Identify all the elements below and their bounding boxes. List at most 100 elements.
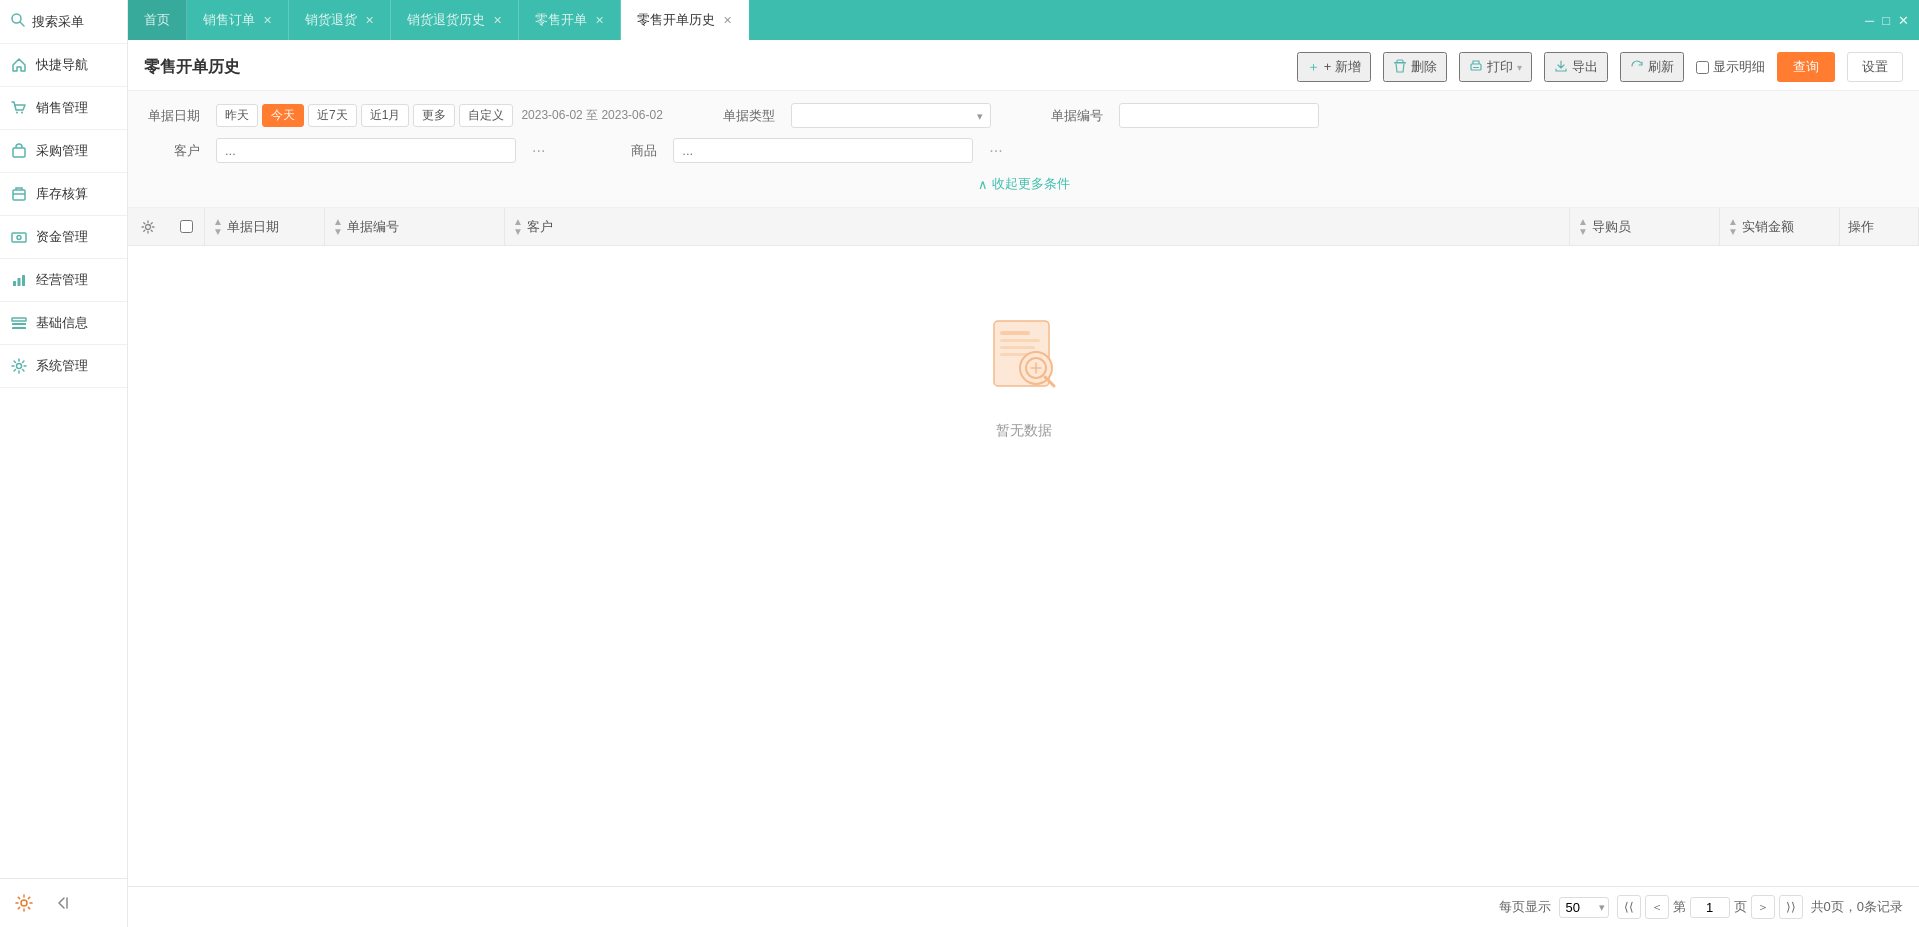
date-btn-yesterday[interactable]: 昨天 xyxy=(216,104,258,127)
tab-sales-return[interactable]: 销货退货 ✕ xyxy=(289,0,391,40)
tab-sales-return-history-close[interactable]: ✕ xyxy=(493,14,502,27)
last-page-btn[interactable]: ⟩⟩ xyxy=(1779,895,1803,919)
sidebar-item-operation[interactable]: 经营管理 xyxy=(0,259,127,302)
sidebar-item-label: 快捷导航 xyxy=(36,56,88,74)
sidebar-item-label: 经营管理 xyxy=(36,271,88,289)
window-minimize-btn[interactable]: ─ xyxy=(1865,13,1874,28)
sidebar-item-inventory[interactable]: 库存核算 xyxy=(0,173,127,216)
type-select[interactable] xyxy=(791,103,991,128)
collapse-btn[interactable]: ∧ 收起更多条件 xyxy=(970,173,1078,195)
export-icon xyxy=(1554,59,1568,76)
table-header: ▲▼ 单据日期 ▲▼ 单据编号 ▲▼ 客户 ▲▼ 导购员 ▲▼ 实销金额 xyxy=(128,208,1919,246)
th-amount[interactable]: ▲▼ 实销金额 xyxy=(1719,208,1839,246)
date-btn-1month[interactable]: 近1月 xyxy=(361,104,410,127)
goods-input[interactable] xyxy=(673,138,973,163)
search-icon xyxy=(10,12,26,31)
tab-sales-return-history[interactable]: 销货退货历史 ✕ xyxy=(391,0,519,40)
date-btn-more[interactable]: 更多 xyxy=(413,104,455,127)
th-guide[interactable]: ▲▼ 导购员 xyxy=(1569,208,1719,246)
sidebar-item-finance[interactable]: 资金管理 xyxy=(0,216,127,259)
svg-point-21 xyxy=(146,224,151,229)
goods-more-icon[interactable]: ··· xyxy=(989,142,1002,160)
sidebar-item-quick-nav[interactable]: 快捷导航 xyxy=(0,44,127,87)
sort-num-icon[interactable]: ▲▼ xyxy=(333,217,343,237)
th-settings[interactable] xyxy=(128,219,168,235)
refresh-icon xyxy=(1630,59,1644,76)
th-date[interactable]: ▲▼ 单据日期 xyxy=(204,208,324,246)
svg-rect-5 xyxy=(13,190,25,200)
sidebar-bottom xyxy=(0,878,127,927)
svg-rect-14 xyxy=(12,327,26,329)
sidebar: 搜索采单 快捷导航 销售管理 采购管理 xyxy=(0,0,128,927)
tab-home[interactable]: 首页 xyxy=(128,0,187,40)
select-all-checkbox[interactable] xyxy=(180,220,193,233)
per-page-label: 每页显示 xyxy=(1499,898,1551,916)
num-input[interactable] xyxy=(1119,103,1319,128)
sort-date-icon[interactable]: ▲▼ xyxy=(213,217,223,237)
date-btn-7days[interactable]: 近7天 xyxy=(308,104,357,127)
sort-guide-icon[interactable]: ▲▼ xyxy=(1578,217,1588,237)
collapse-sidebar-btn[interactable] xyxy=(48,889,76,917)
th-num[interactable]: ▲▼ 单据编号 xyxy=(324,208,504,246)
tab-sales-order[interactable]: 销售订单 ✕ xyxy=(187,0,289,40)
sidebar-item-purchase-mgmt[interactable]: 采购管理 xyxy=(0,130,127,173)
page-nav: ⟨⟨ ＜ 第 页 ＞ ⟩⟩ xyxy=(1617,895,1803,919)
sidebar-item-label: 基础信息 xyxy=(36,314,88,332)
show-detail-input[interactable] xyxy=(1696,61,1709,74)
date-quick-btns: 昨天 今天 近7天 近1月 更多 自定义 2023-06-02 至 2023-0… xyxy=(216,104,663,127)
per-page-select[interactable]: 10 20 50 100 xyxy=(1559,897,1609,918)
tab-retail-history[interactable]: 零售开单历史 ✕ xyxy=(621,0,749,40)
svg-rect-18 xyxy=(1394,62,1406,64)
client-more-icon[interactable]: ··· xyxy=(532,142,545,160)
export-button[interactable]: 导出 xyxy=(1544,52,1608,82)
tab-sales-order-label: 销售订单 xyxy=(203,11,255,29)
show-detail-checkbox[interactable]: 显示明细 xyxy=(1696,58,1765,76)
tab-retail-open-label: 零售开单 xyxy=(535,11,587,29)
th-action: 操作 xyxy=(1839,208,1919,246)
client-input[interactable] xyxy=(216,138,516,163)
settings-bottom-btn[interactable] xyxy=(10,889,38,917)
tab-bar-right: ─ □ ✕ xyxy=(1865,13,1919,28)
tab-sales-return-close[interactable]: ✕ xyxy=(365,14,374,27)
add-button[interactable]: ＋ + 新增 xyxy=(1297,52,1371,82)
query-button[interactable]: 查询 xyxy=(1777,52,1835,82)
tab-retail-history-close[interactable]: ✕ xyxy=(723,14,732,27)
sort-amount-icon[interactable]: ▲▼ xyxy=(1728,217,1738,237)
collapse-up-icon: ∧ xyxy=(978,177,988,192)
window-close-btn[interactable]: ✕ xyxy=(1898,13,1909,28)
date-btn-today[interactable]: 今天 xyxy=(262,104,304,127)
sidebar-item-label: 资金管理 xyxy=(36,228,88,246)
svg-rect-23 xyxy=(1000,331,1030,335)
sort-client-icon[interactable]: ▲▼ xyxy=(513,217,523,237)
date-btn-custom[interactable]: 自定义 xyxy=(459,104,513,127)
settings-button[interactable]: 设置 xyxy=(1847,52,1903,82)
sidebar-item-sales-mgmt[interactable]: 销售管理 xyxy=(0,87,127,130)
page-of: 页 xyxy=(1734,898,1747,916)
svg-rect-13 xyxy=(12,323,26,325)
table-area: ▲▼ 单据日期 ▲▼ 单据编号 ▲▼ 客户 ▲▼ 导购员 ▲▼ 实销金额 xyxy=(128,208,1919,886)
svg-rect-7 xyxy=(12,233,26,242)
sidebar-item-label: 系统管理 xyxy=(36,357,88,375)
sidebar-item-label: 销售管理 xyxy=(36,99,88,117)
svg-rect-10 xyxy=(18,278,21,286)
delete-button[interactable]: 删除 xyxy=(1383,52,1447,82)
sidebar-item-sys-mgmt[interactable]: 系统管理 xyxy=(0,345,127,388)
collapse-row: ∧ 收起更多条件 xyxy=(144,173,1903,195)
th-client[interactable]: ▲▼ 客户 xyxy=(504,208,1569,246)
prev-page-btn[interactable]: ＜ xyxy=(1645,895,1669,919)
tab-retail-open-close[interactable]: ✕ xyxy=(595,14,604,27)
refresh-button[interactable]: 刷新 xyxy=(1620,52,1684,82)
th-checkbox[interactable] xyxy=(168,220,204,233)
tab-sales-order-close[interactable]: ✕ xyxy=(263,14,272,27)
tab-retail-open[interactable]: 零售开单 ✕ xyxy=(519,0,621,40)
money-icon xyxy=(10,228,28,246)
sidebar-item-basic-info[interactable]: 基础信息 xyxy=(0,302,127,345)
next-page-btn[interactable]: ＞ xyxy=(1751,895,1775,919)
goods-filter-label: 商品 xyxy=(601,142,657,160)
date-filter-label: 单据日期 xyxy=(144,107,200,125)
page-input[interactable] xyxy=(1690,897,1730,918)
window-maximize-btn[interactable]: □ xyxy=(1882,13,1890,28)
first-page-btn[interactable]: ⟨⟨ xyxy=(1617,895,1641,919)
sidebar-search[interactable]: 搜索采单 xyxy=(0,0,127,44)
print-button[interactable]: 打印 ▾ xyxy=(1459,52,1532,82)
